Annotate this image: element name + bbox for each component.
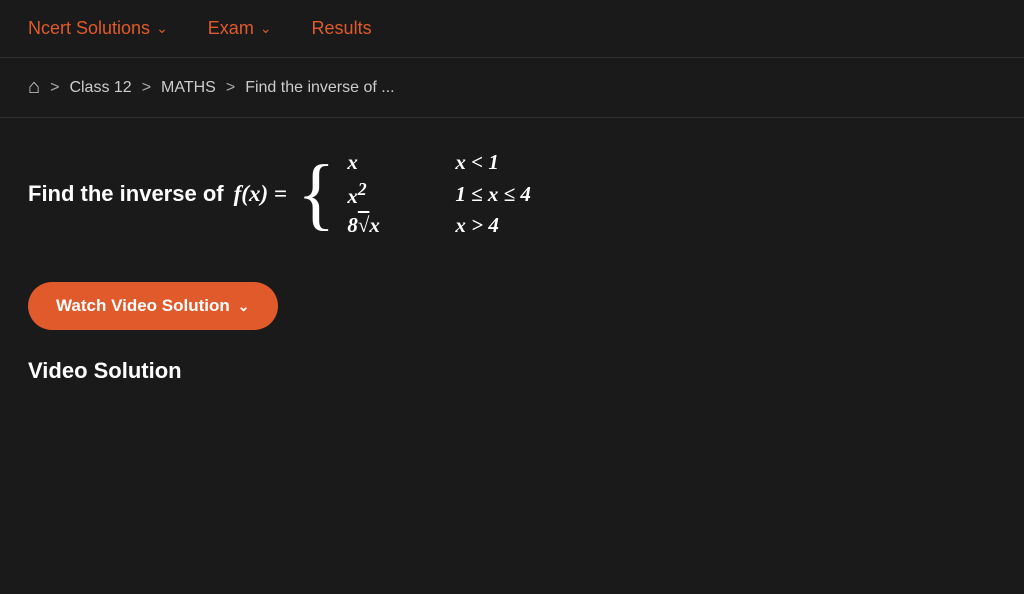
nav-results-label: Results: [312, 18, 372, 39]
left-brace-icon: {: [297, 154, 335, 234]
breadcrumb-sep-2: >: [142, 79, 151, 97]
exam-chevron-icon: ⌄: [260, 20, 272, 37]
watch-chevron-icon: ⌄: [238, 298, 250, 315]
home-icon[interactable]: ⌂: [28, 76, 40, 99]
breadcrumb-class[interactable]: Class 12: [69, 79, 131, 97]
problem-statement: Find the inverse of f(x) = { x x < 1 x2 …: [28, 150, 996, 238]
breadcrumb-subject[interactable]: MATHS: [161, 79, 216, 97]
nav-exam-label: Exam: [208, 18, 254, 39]
main-content: Find the inverse of f(x) = { x x < 1 x2 …: [0, 118, 1024, 408]
nav-ncert-solutions-label: Ncert Solutions: [28, 18, 150, 39]
ncert-solutions-chevron-icon: ⌄: [156, 20, 168, 37]
nav-ncert-solutions[interactable]: Ncert Solutions ⌄: [28, 18, 168, 39]
watch-button-label: Watch Video Solution: [56, 296, 230, 316]
case-expr-2: x2: [347, 179, 407, 209]
case-expr-3: 8√x: [347, 213, 407, 238]
problem-prefix: Find the inverse of: [28, 181, 224, 207]
breadcrumb: ⌂ > Class 12 > MATHS > Find the inverse …: [0, 58, 1024, 118]
case-row-2: x2 1 ≤ x ≤ 4: [347, 179, 531, 209]
cases-table: x x < 1 x2 1 ≤ x ≤ 4 8√x x > 4: [347, 150, 531, 238]
piecewise-formula: { x x < 1 x2 1 ≤ x ≤ 4 8√x x > 4: [297, 150, 531, 238]
function-notation: f(x) =: [234, 181, 287, 207]
watch-video-solution-button[interactable]: Watch Video Solution ⌄: [28, 282, 278, 330]
case-cond-2: 1 ≤ x ≤ 4: [455, 182, 531, 207]
case-expr-1: x: [347, 150, 407, 175]
video-solution-heading: Video Solution: [28, 358, 996, 384]
breadcrumb-topic: Find the inverse of ...: [245, 79, 394, 97]
case-row-1: x x < 1: [347, 150, 531, 175]
case-row-3: 8√x x > 4: [347, 213, 531, 238]
navbar: Ncert Solutions ⌄ Exam ⌄ Results: [0, 0, 1024, 58]
nav-results[interactable]: Results: [312, 18, 372, 39]
case-cond-3: x > 4: [455, 213, 498, 238]
case-cond-1: x < 1: [455, 150, 498, 175]
breadcrumb-sep-3: >: [226, 79, 235, 97]
breadcrumb-sep-1: >: [50, 79, 59, 97]
nav-exam[interactable]: Exam ⌄: [208, 18, 272, 39]
